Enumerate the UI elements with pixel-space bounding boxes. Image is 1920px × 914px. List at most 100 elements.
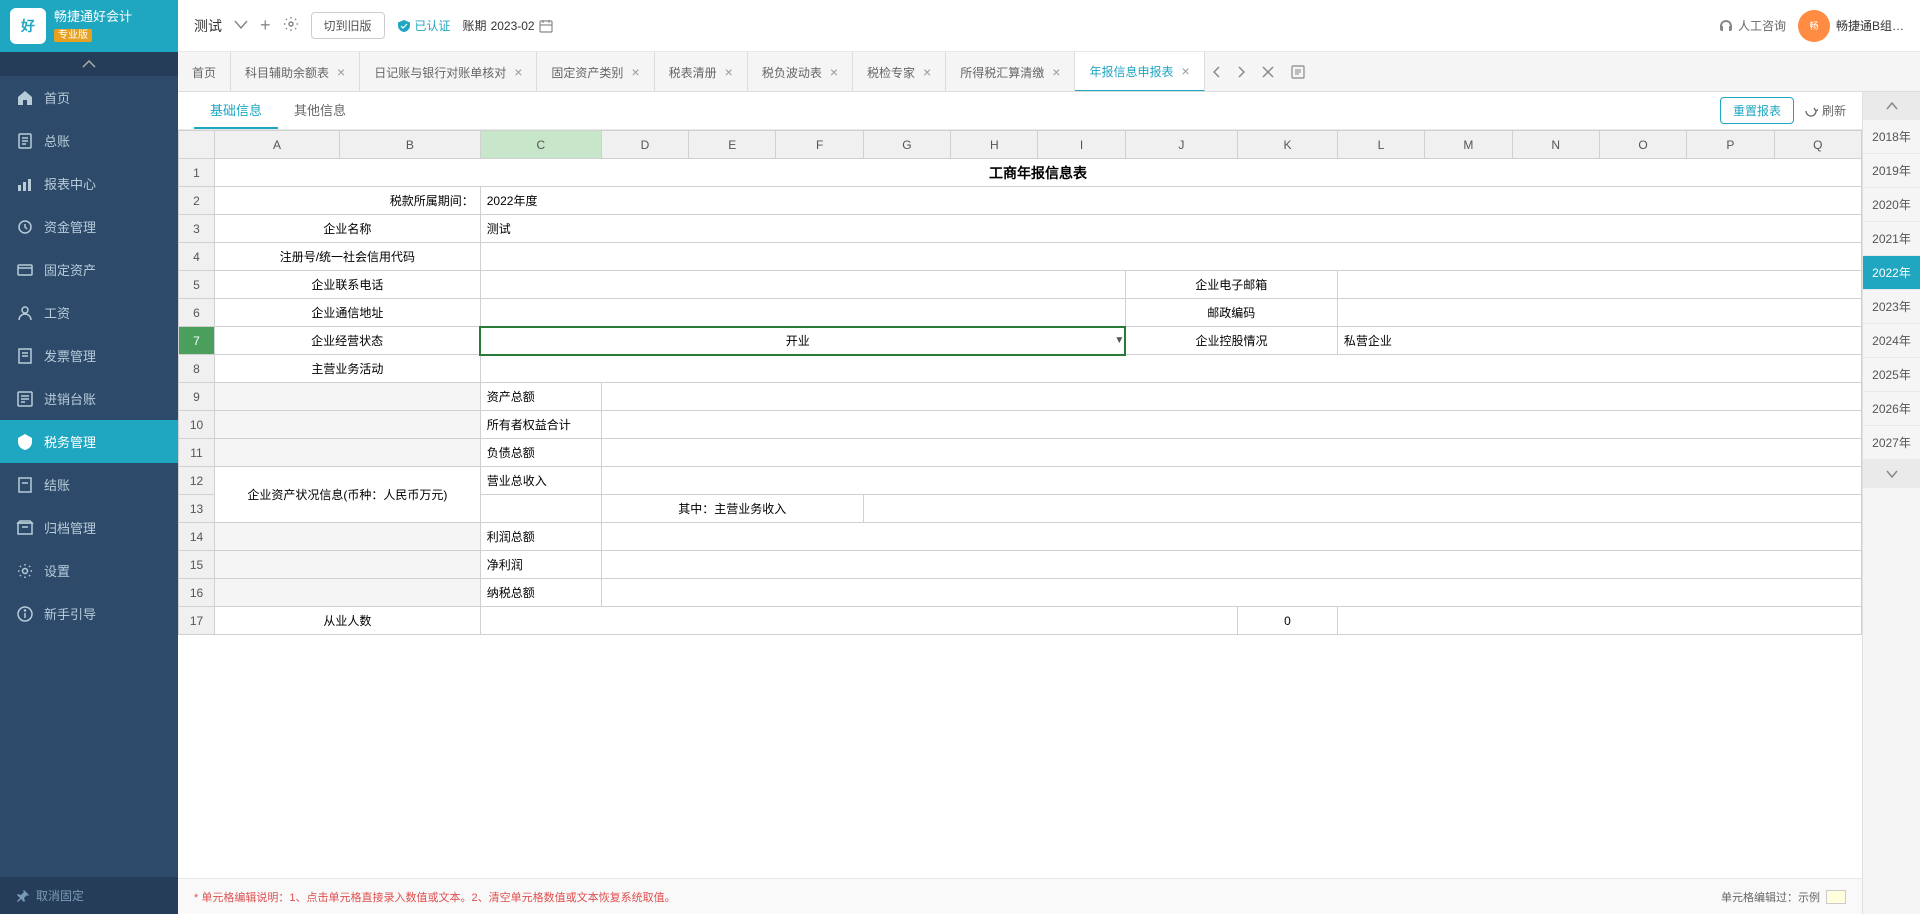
cell-3-value[interactable]: 测试 [480,215,1861,243]
topbar-user[interactable]: 畅 畅捷通B组… [1798,10,1904,42]
year-item-2023[interactable]: 2023年 [1863,290,1920,324]
cell-10-value[interactable] [601,411,1861,439]
year-item-2025[interactable]: 2025年 [1863,358,1920,392]
tab-taxwave[interactable]: 税负波动表 × [748,52,853,92]
tab-close-all-btn[interactable] [1253,52,1283,92]
cell-8-value[interactable] [480,355,1861,383]
sidebar-item-archive[interactable]: 归档管理 [0,506,178,549]
sidebar-scroll-up[interactable] [0,52,178,76]
col-header-j[interactable]: J [1125,131,1237,159]
col-header-l[interactable]: L [1337,131,1424,159]
sidebar-pin-btn[interactable]: 取消固定 [0,877,178,914]
topbar-dropdown-icon[interactable] [234,19,248,33]
cell-17-empty[interactable] [480,607,1237,635]
reset-btn[interactable]: 重置报表 [1720,97,1794,124]
cell-7-status[interactable]: 开业 ▼ [480,327,1125,355]
year-item-2026[interactable]: 2026年 [1863,392,1920,426]
sidebar-item-purchase[interactable]: 进销台账 [0,377,178,420]
tab-income[interactable]: 所得税汇算清缴 × [946,52,1075,92]
sheet-tab-basic[interactable]: 基础信息 [194,92,278,129]
sidebar-item-tax[interactable]: 税务管理 [0,420,178,463]
tab-close-taxform[interactable]: × [725,64,733,80]
tab-close-aux[interactable]: × [337,64,345,80]
switch-old-btn[interactable]: 切到旧版 [311,12,385,39]
tab-taxform[interactable]: 税表清册 × [655,52,748,92]
col-header-d[interactable]: D [601,131,688,159]
tab-journal[interactable]: 日记账与银行对账单核对 × [360,52,537,92]
year-item-2024[interactable]: 2024年 [1863,324,1920,358]
col-header-i[interactable]: I [1038,131,1125,159]
year-item-2027[interactable]: 2027年 [1863,426,1920,460]
col-header-o[interactable]: O [1599,131,1686,159]
year-item-2018[interactable]: 2018年 [1863,120,1920,154]
cell-9-value[interactable] [601,383,1861,411]
tab-expand-btn[interactable] [1283,52,1313,92]
year-panel-collapse-btn[interactable] [1862,478,1863,528]
sidebar-item-close[interactable]: 结账 [0,463,178,506]
year-item-2019[interactable]: 2019年 [1863,154,1920,188]
cell-7-holding[interactable]: 私营企业 [1337,327,1861,355]
cell-5-email[interactable] [1337,271,1861,299]
cell-11-value[interactable] [601,439,1861,467]
topbar-service-btn[interactable]: 人工咨询 [1718,17,1786,34]
sidebar-item-salary[interactable]: 工资 [0,291,178,334]
sidebar-item-asset[interactable]: 固定资产 [0,248,178,291]
sidebar-item-guide[interactable]: 新手引导 [0,592,178,635]
col-header-f[interactable]: F [776,131,863,159]
tab-annual[interactable]: 年报信息申报表 × [1075,52,1204,92]
tab-next-btn[interactable] [1229,52,1253,92]
sheet-tab-other[interactable]: 其他信息 [278,92,362,129]
tab-close-fixed[interactable]: × [631,64,639,80]
topbar-add-btn[interactable]: + [260,15,271,36]
year-item-2020[interactable]: 2020年 [1863,188,1920,222]
col-header-e[interactable]: E [689,131,776,159]
cell-15-value[interactable] [601,551,1861,579]
tab-home[interactable]: 首页 [178,52,231,92]
col-header-k[interactable]: K [1238,131,1338,159]
year-panel-scroll-down[interactable] [1863,460,1920,488]
col-header-b[interactable]: B [340,131,481,159]
sidebar-item-ledger[interactable]: 总账 [0,119,178,162]
year-panel-scroll-up[interactable] [1863,92,1920,120]
calendar-icon[interactable] [539,19,553,33]
sidebar-item-settings[interactable]: 设置 [0,549,178,592]
tab-close-taxcheck[interactable]: × [923,64,931,80]
cell-6-zip[interactable] [1337,299,1861,327]
cell-16-value[interactable] [601,579,1861,607]
cell-17-rest[interactable] [1337,607,1861,635]
cell-12-value[interactable] [601,467,1861,495]
col-header-h[interactable]: H [951,131,1038,159]
topbar-settings-btn[interactable] [283,16,299,35]
tab-close-income[interactable]: × [1052,64,1060,80]
col-header-c[interactable]: C [480,131,601,159]
cell-4-value[interactable] [480,243,1861,271]
cell-2-value[interactable]: 2022年度 [480,187,1861,215]
col-header-q[interactable]: Q [1774,131,1862,159]
refresh-btn[interactable]: 刷新 [1804,102,1846,119]
cell-13-value[interactable] [863,495,1861,523]
tab-aux[interactable]: 科目辅助余额表 × [231,52,360,92]
spreadsheet-wrapper[interactable]: A B C D E F G H I J K L [178,130,1862,878]
year-item-2021[interactable]: 2021年 [1863,222,1920,256]
sidebar-item-home[interactable]: 首页 [0,76,178,119]
col-header-p[interactable]: P [1687,131,1774,159]
tab-close-journal[interactable]: × [514,64,522,80]
cell-1-title[interactable]: 工商年报信息表 [215,159,1862,187]
cell-14-value[interactable] [601,523,1861,551]
tab-taxcheck[interactable]: 税检专家 × [853,52,946,92]
col-header-m[interactable]: M [1425,131,1512,159]
sidebar-item-report[interactable]: 报表中心 [0,162,178,205]
tab-fixed[interactable]: 固定资产类别 × [537,52,654,92]
cell-6-address[interactable] [480,299,1125,327]
cell-5-phone[interactable] [480,271,1125,299]
col-header-a[interactable]: A [215,131,340,159]
tab-close-annual[interactable]: × [1181,63,1189,79]
col-header-g[interactable]: G [863,131,950,159]
sidebar-item-invoice[interactable]: 发票管理 [0,334,178,377]
cell-17-value[interactable]: 0 [1238,607,1338,635]
tab-close-taxwave[interactable]: × [830,64,838,80]
tab-prev-btn[interactable] [1205,52,1229,92]
year-item-2022[interactable]: 2022年 [1863,256,1920,290]
col-header-n[interactable]: N [1512,131,1599,159]
sidebar-item-fund[interactable]: 资金管理 [0,205,178,248]
